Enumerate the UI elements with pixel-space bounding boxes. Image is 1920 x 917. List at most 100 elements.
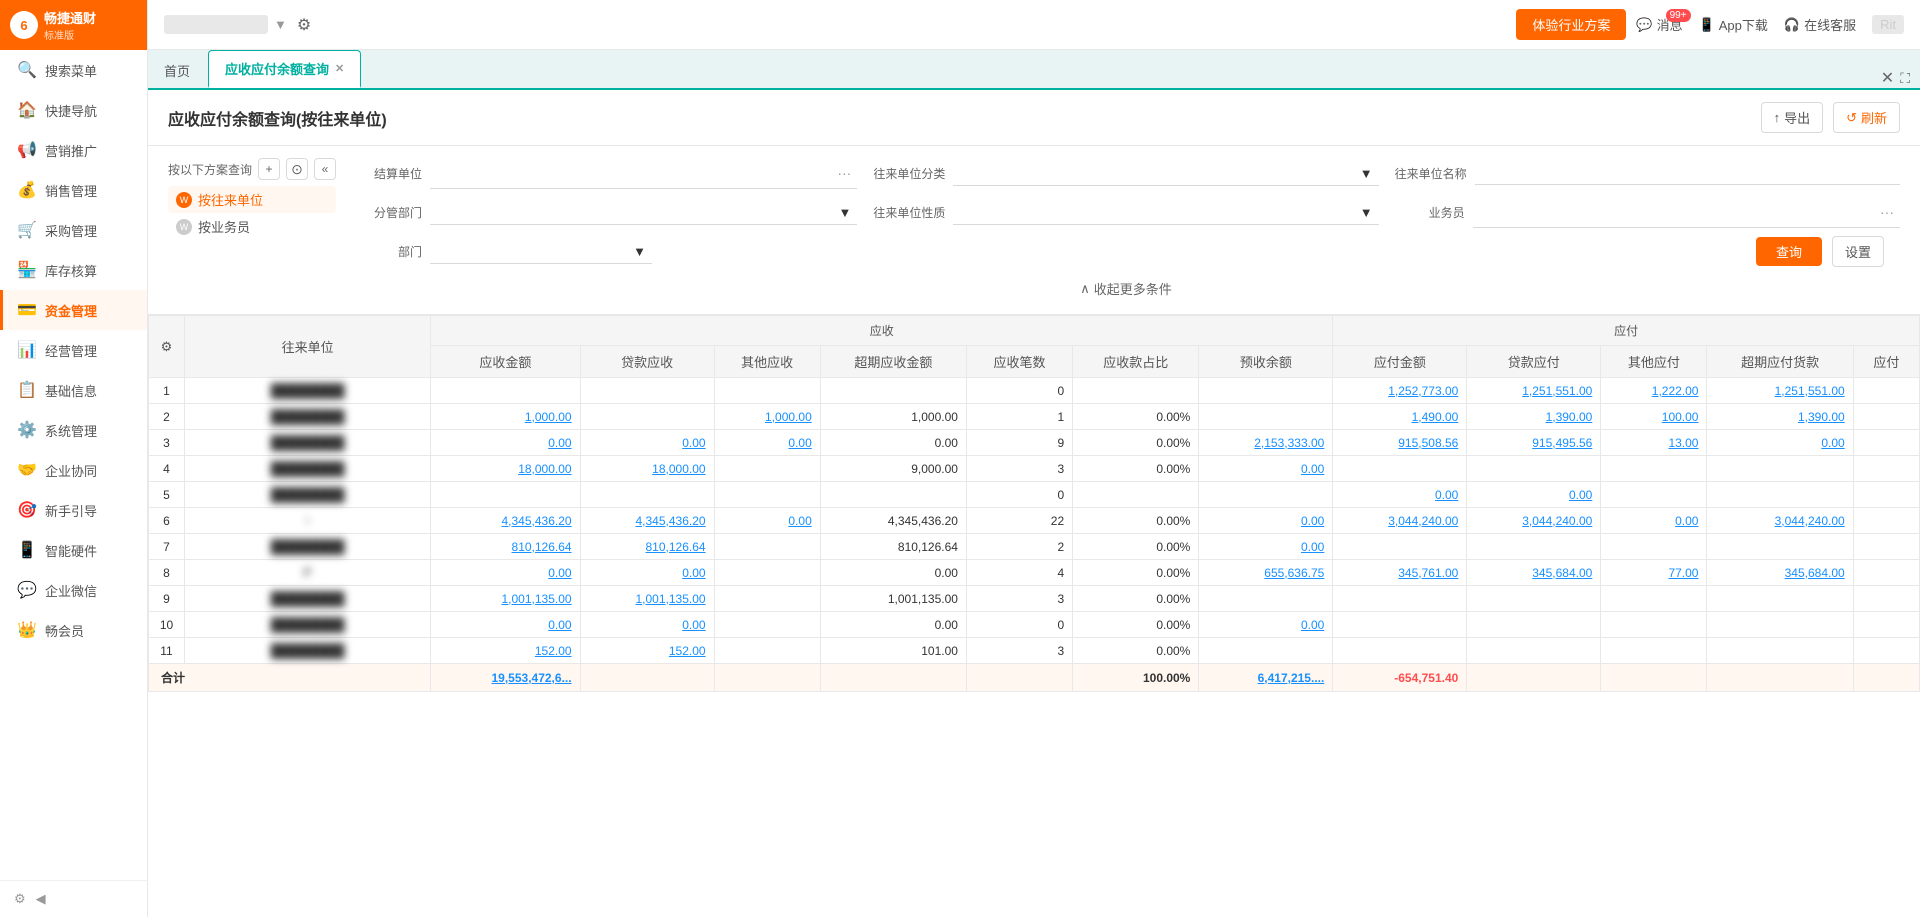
row-ar-prepay[interactable]: 2,153,333.00 — [1199, 430, 1333, 456]
sidebar-item-member[interactable]: 👑 畅会员 — [0, 610, 147, 650]
row-ap-loan[interactable]: 3,044,240.00 — [1467, 508, 1601, 534]
row-ap-other[interactable]: 77.00 — [1601, 560, 1707, 586]
row-ap-other[interactable]: 0.00 — [1601, 508, 1707, 534]
table-settings-icon[interactable]: ⚙ — [161, 339, 173, 354]
settings-button[interactable]: 设置 — [1832, 236, 1884, 267]
row-ar-loan[interactable]: 4,345,436.20 — [580, 508, 714, 534]
total-ar-prepay[interactable]: 6,417,215.... — [1199, 664, 1333, 692]
department-select[interactable]: ▼ — [430, 240, 652, 264]
row-ap-overdue[interactable]: 0.00 — [1707, 430, 1853, 456]
total-ar-amount[interactable]: 19,553,472,6... — [431, 664, 580, 692]
sidebar-item-finance[interactable]: 💳 资金管理 — [0, 290, 147, 330]
row-ar-prepay[interactable]: 0.00 — [1199, 612, 1333, 638]
sidebar-collapse-icon[interactable]: ◀ — [36, 891, 46, 907]
row-ar-amount[interactable]: 0.00 — [431, 612, 580, 638]
row-ar-other[interactable]: 1,000.00 — [714, 404, 820, 430]
user-profile[interactable]: Rit — [1872, 17, 1904, 32]
vendor-nature-select[interactable]: ▼ — [953, 201, 1378, 225]
row-ar-amount[interactable]: 1,001,135.00 — [431, 586, 580, 612]
row-ar-other[interactable]: 0.00 — [714, 430, 820, 456]
tab-close-icon[interactable]: ✕ — [335, 62, 344, 75]
trial-button[interactable]: 体验行业方案 — [1516, 9, 1626, 40]
sidebar-item-warehouse[interactable]: 🏪 库存核算 — [0, 250, 147, 290]
sidebar-item-marketing[interactable]: 📢 营销推广 — [0, 130, 147, 170]
window-close-icon[interactable]: ✕ — [1881, 68, 1894, 88]
row-ap-amount[interactable]: 3,044,240.00 — [1333, 508, 1467, 534]
query-button[interactable]: 查询 — [1756, 237, 1822, 266]
row-ap-loan[interactable]: 1,390.00 — [1467, 404, 1601, 430]
sidebar-settings-icon[interactable]: ⚙ — [14, 891, 26, 907]
row-ap-loan[interactable]: 0.00 — [1467, 482, 1601, 508]
row-ap-amount[interactable]: 915,508.56 — [1333, 430, 1467, 456]
salesman-dots-btn[interactable]: ··· — [1880, 204, 1894, 220]
filter-settings-icon[interactable]: ⊙ — [286, 158, 308, 180]
filter-collapse-btn[interactable]: « — [314, 158, 336, 180]
online-service-button[interactable]: 🎧 在线客服 — [1784, 15, 1856, 34]
sidebar-item-nav[interactable]: 🏠 快捷导航 — [0, 90, 147, 130]
row-ar-loan[interactable]: 18,000.00 — [580, 456, 714, 482]
tab-arbalance[interactable]: 应收应付余额查询 ✕ — [208, 50, 361, 88]
sidebar-item-hardware[interactable]: 📱 智能硬件 — [0, 530, 147, 570]
row-ar-amount[interactable]: 152.00 — [431, 638, 580, 664]
row-ar-prepay[interactable]: 655,636.75 — [1199, 560, 1333, 586]
row-ar-amount[interactable]: 0.00 — [431, 560, 580, 586]
row-ap-overdue[interactable]: 3,044,240.00 — [1707, 508, 1853, 534]
row-ar-other[interactable]: 0.00 — [714, 508, 820, 534]
row-ar-loan[interactable]: 0.00 — [580, 430, 714, 456]
settlement-dots-btn[interactable]: ··· — [837, 165, 851, 181]
window-maximize-icon[interactable]: ⛶ — [1900, 70, 1910, 87]
refresh-button[interactable]: ↺ 刷新 — [1833, 102, 1900, 133]
row-ar-amount[interactable]: 1,000.00 — [431, 404, 580, 430]
sidebar-item-system[interactable]: ⚙️ 系统管理 — [0, 410, 147, 450]
sidebar-item-wechat[interactable]: 💬 企业微信 — [0, 570, 147, 610]
row-ap-other[interactable]: 100.00 — [1601, 404, 1707, 430]
table-settings-th[interactable]: ⚙ — [149, 316, 185, 378]
row-ap-other[interactable]: 13.00 — [1601, 430, 1707, 456]
export-button[interactable]: ↑ 导出 — [1761, 102, 1824, 133]
row-ar-amount[interactable]: 0.00 — [431, 430, 580, 456]
row-ar-prepay[interactable]: 0.00 — [1199, 456, 1333, 482]
row-ar-loan[interactable]: 810,126.64 — [580, 534, 714, 560]
topbar-settings-icon[interactable]: ⚙ — [297, 15, 311, 35]
vendor-name-input[interactable] — [1475, 162, 1900, 185]
row-ap-other[interactable]: 1,222.00 — [1601, 378, 1707, 404]
row-ar-loan[interactable]: 1,001,135.00 — [580, 586, 714, 612]
row-ar-prepay[interactable]: 0.00 — [1199, 534, 1333, 560]
row-ar-loan[interactable]: 0.00 — [580, 560, 714, 586]
app-download-button[interactable]: 📱 App下载 — [1699, 15, 1768, 34]
sidebar-item-purchase[interactable]: 🛒 采购管理 — [0, 210, 147, 250]
filter-nav-by-salesman[interactable]: W 按业务员 — [168, 213, 336, 240]
vendor-category-select[interactable]: ▼ — [953, 162, 1378, 186]
settlement-unit-input[interactable] — [436, 162, 837, 184]
sidebar-item-operations[interactable]: 📊 经营管理 — [0, 330, 147, 370]
row-ar-prepay[interactable]: 0.00 — [1199, 508, 1333, 534]
row-ar-amount[interactable]: 4,345,436.20 — [431, 508, 580, 534]
add-filter-button[interactable]: + — [258, 158, 280, 180]
sidebar-item-search[interactable]: 🔍 搜索菜单 — [0, 50, 147, 90]
salesman-input[interactable] — [1479, 201, 1880, 223]
sidebar-item-guide[interactable]: 🎯 新手引导 — [0, 490, 147, 530]
sidebar-item-coop[interactable]: 🤝 企业协同 — [0, 450, 147, 490]
message-button[interactable]: 💬 消息 99+ — [1636, 15, 1682, 34]
table-wrapper[interactable]: ⚙ 往来单位 应收 应付 应收金额 贷款应收 其他应收 超期应收金额 应收笔数 — [148, 315, 1920, 917]
row-ar-amount[interactable]: 810,126.64 — [431, 534, 580, 560]
row-ap-overdue[interactable]: 1,390.00 — [1707, 404, 1853, 430]
row-ap-loan[interactable]: 915,495.56 — [1467, 430, 1601, 456]
row-ap-amount[interactable]: 0.00 — [1333, 482, 1467, 508]
collapse-filter-button[interactable]: ∧ 收起更多条件 — [1076, 275, 1176, 302]
filter-nav-by-vendor[interactable]: W 按往来单位 — [168, 186, 336, 213]
row-ap-amount[interactable]: 1,252,773.00 — [1333, 378, 1467, 404]
row-ap-amount[interactable]: 345,761.00 — [1333, 560, 1467, 586]
row-ar-loan[interactable]: 152.00 — [580, 638, 714, 664]
dept-select[interactable]: ▼ — [430, 201, 857, 225]
row-ap-loan[interactable]: 1,251,551.00 — [1467, 378, 1601, 404]
row-ap-overdue[interactable]: 345,684.00 — [1707, 560, 1853, 586]
tab-home[interactable]: 首页 — [148, 53, 206, 88]
row-ap-amount[interactable]: 1,490.00 — [1333, 404, 1467, 430]
sidebar-item-basic[interactable]: 📋 基础信息 — [0, 370, 147, 410]
row-ar-loan[interactable]: 0.00 — [580, 612, 714, 638]
sidebar-item-sales[interactable]: 💰 销售管理 — [0, 170, 147, 210]
row-ar-amount[interactable]: 18,000.00 — [431, 456, 580, 482]
row-ap-loan[interactable]: 345,684.00 — [1467, 560, 1601, 586]
row-ap-overdue[interactable]: 1,251,551.00 — [1707, 378, 1853, 404]
